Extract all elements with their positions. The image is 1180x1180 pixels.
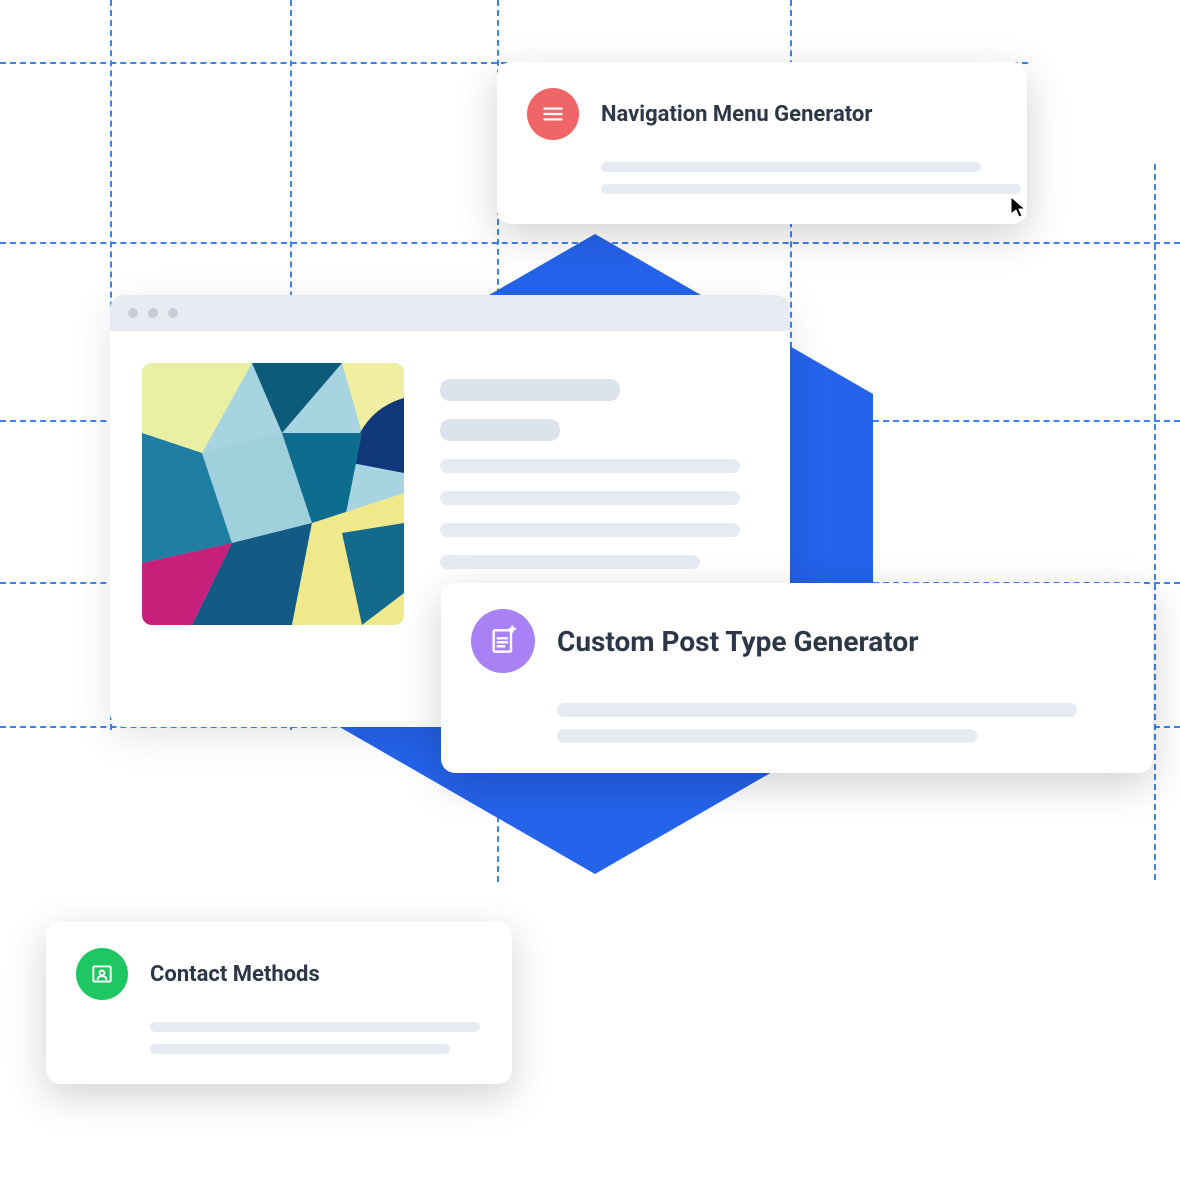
placeholder-line xyxy=(150,1044,450,1054)
browser-title-bar xyxy=(110,295,790,331)
hamburger-menu-icon xyxy=(527,88,579,140)
card-title: Custom Post Type Generator xyxy=(557,625,918,658)
cursor-icon xyxy=(1010,196,1028,220)
traffic-light-dot xyxy=(168,308,178,318)
placeholder-line xyxy=(440,491,740,505)
card-title: Navigation Menu Generator xyxy=(601,102,872,127)
placeholder-line xyxy=(440,555,700,569)
traffic-light-dot xyxy=(148,308,158,318)
placeholder-line xyxy=(150,1022,480,1032)
placeholder-line xyxy=(440,459,740,473)
placeholder-line xyxy=(440,523,740,537)
card-contact-methods[interactable]: Contact Methods xyxy=(46,922,512,1084)
placeholder-line xyxy=(601,162,981,172)
placeholder-line xyxy=(601,184,1021,194)
card-header: Navigation Menu Generator xyxy=(527,88,997,140)
placeholder-line xyxy=(440,379,620,401)
grid-line-vertical xyxy=(1154,164,1156,880)
placeholder-line xyxy=(440,419,560,441)
contact-card-icon xyxy=(76,948,128,1000)
abstract-art-image xyxy=(142,363,404,625)
placeholder-line xyxy=(557,729,977,743)
traffic-light-dot xyxy=(128,308,138,318)
card-placeholder-lines xyxy=(150,1022,482,1054)
card-custom-post-type-generator[interactable]: Custom Post Type Generator xyxy=(441,583,1153,773)
card-title: Contact Methods xyxy=(150,962,320,987)
card-header: Custom Post Type Generator xyxy=(471,609,1123,673)
document-add-icon xyxy=(471,609,535,673)
card-placeholder-lines xyxy=(601,162,997,194)
card-placeholder-lines xyxy=(557,703,1123,743)
card-navigation-menu-generator[interactable]: Navigation Menu Generator xyxy=(497,62,1027,224)
placeholder-line xyxy=(557,703,1077,717)
card-header: Contact Methods xyxy=(76,948,482,1000)
